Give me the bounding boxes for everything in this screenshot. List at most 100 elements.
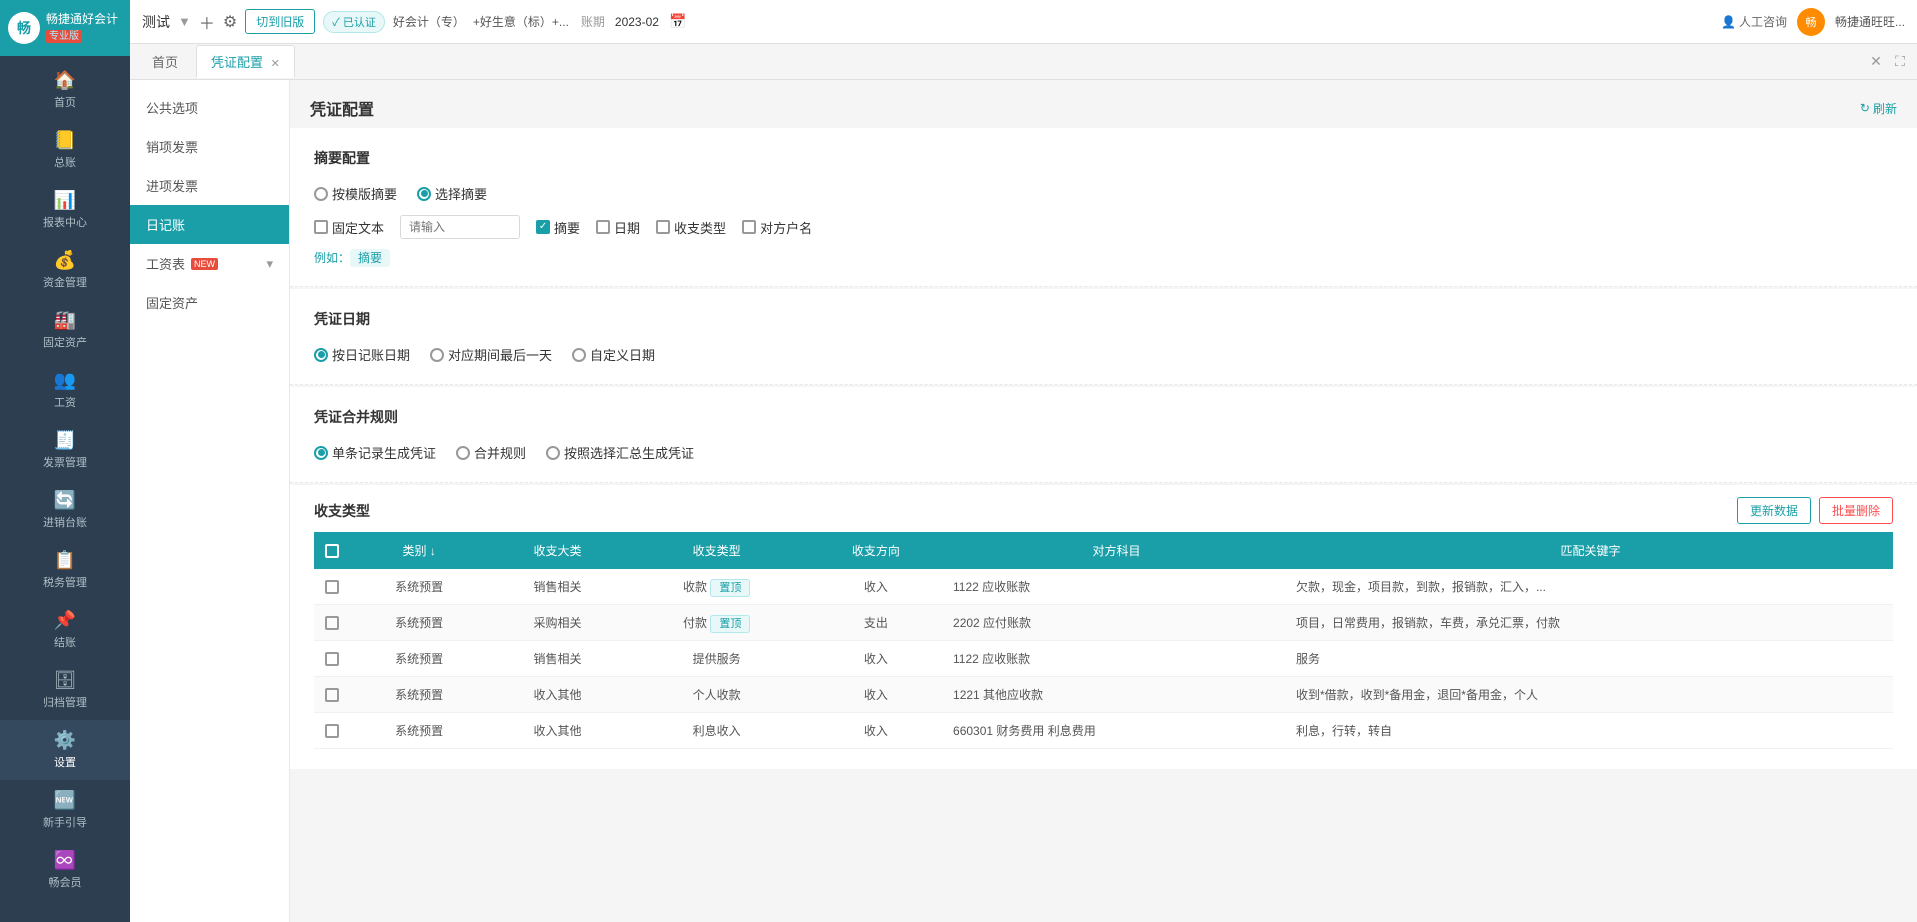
checkbox-counterpart-name[interactable]: 对方户名 [742, 218, 812, 237]
support-btn[interactable]: 👤 人工咨询 [1721, 13, 1787, 30]
sidebar-item-税务管理[interactable]: 📋税务管理 [0, 540, 130, 600]
calendar-icon[interactable]: 📅 [669, 13, 686, 30]
left-nav-item-purchase-invoice[interactable]: 进项发票 [130, 166, 289, 205]
row4-contra-account: 1221 其他应收款 [945, 677, 1288, 713]
left-nav-item-diary[interactable]: 日记账 [130, 205, 289, 244]
row2-checkbox-cell[interactable] [314, 605, 350, 641]
checkbox-date[interactable]: 日期 [596, 218, 640, 237]
left-nav-item-fixed-assets[interactable]: 固定资产 [130, 283, 289, 322]
income-expense-section: 收支类型 更新数据 批量删除 类别 ↓ [290, 485, 1917, 769]
table-body: 系统预置 销售相关 收款 置顶 收入 1122 应收账款 欠款，现金，项目款，到… [314, 569, 1893, 749]
topbar-title: 测试 [142, 12, 170, 32]
radio-template-summary[interactable]: 按模版摘要 [314, 184, 397, 203]
table-header-checkbox[interactable] [314, 532, 350, 569]
period-value: 2023-02 [615, 15, 659, 29]
row1-direction: 收入 [807, 569, 945, 605]
batch-delete-btn[interactable]: 批量删除 [1819, 497, 1893, 524]
maximize-window-btn[interactable]: ⛶ [1891, 53, 1909, 71]
radio-select-summary[interactable]: 选择摘要 [417, 184, 487, 203]
row4-checkbox[interactable] [325, 688, 339, 702]
tabbar: 首页 凭证配置 ✕ ✕ ⛶ [130, 44, 1917, 80]
window-controls: ✕ ⛶ [1867, 53, 1909, 71]
checkbox-counterpart-name-box [742, 220, 756, 234]
certified-badge: ✓ 已认证 [323, 11, 385, 33]
topbar-add-btn[interactable]: ＋ [199, 10, 215, 34]
row1-checkbox[interactable] [325, 580, 339, 594]
sidebar-item-归档管理[interactable]: 🗄归档管理 [0, 660, 130, 720]
checkbox-date-label: 日期 [614, 218, 640, 237]
refresh-icon: ↻ [1860, 101, 1870, 115]
radio-diary-date[interactable]: 按日记账日期 [314, 345, 410, 364]
sidebar-icon-总账: 📒 [54, 130, 76, 151]
row4-category: 系统预置 [350, 677, 488, 713]
radio-merge-rule[interactable]: 合并规则 [456, 443, 526, 462]
radio-period-last-day[interactable]: 对应期间最后一天 [430, 345, 552, 364]
update-data-btn[interactable]: 更新数据 [1737, 497, 1811, 524]
sidebar-item-新手引导[interactable]: 🆕新手引导 [0, 780, 130, 840]
checkbox-counterpart-name-label: 对方户名 [760, 218, 812, 237]
row5-checkbox[interactable] [325, 724, 339, 738]
row3-checkbox-cell[interactable] [314, 641, 350, 677]
checkbox-summary[interactable]: 摘要 [536, 218, 580, 237]
user-avatar[interactable]: 畅 [1797, 8, 1825, 36]
content-wrap: 公共选项 销项发票 进项发票 日记账 工资表 NEW ▾ 固定资产 凭证配置 ↻ [130, 80, 1917, 922]
summary-section-title: 摘要配置 [314, 148, 1893, 168]
fixed-text-input[interactable] [400, 215, 520, 239]
close-window-btn[interactable]: ✕ [1867, 53, 1885, 71]
sidebar-item-报表中心[interactable]: 📊报表中心 [0, 180, 130, 240]
row4-major-type: 收入其他 [488, 677, 626, 713]
sidebar-item-资金管理[interactable]: 💰资金管理 [0, 240, 130, 300]
refresh-btn[interactable]: ↻ 刷新 [1860, 100, 1897, 117]
row5-checkbox-cell[interactable] [314, 713, 350, 749]
row2-checkbox[interactable] [325, 616, 339, 630]
sidebar-item-畅会员[interactable]: ♾️畅会员 [0, 840, 130, 900]
row3-checkbox[interactable] [325, 652, 339, 666]
checkbox-income-type[interactable]: 收支类型 [656, 218, 726, 237]
radio-summary-generate[interactable]: 按照选择汇总生成凭证 [546, 443, 694, 462]
radio-custom-date[interactable]: 自定义日期 [572, 345, 655, 364]
row5-type: 利息收入 [627, 713, 807, 749]
checkbox-row: 固定文本 摘要 日期 收支类型 [314, 215, 1893, 239]
radio-period-last-day-label: 对应期间最后一天 [448, 345, 552, 364]
row1-keywords: 欠款，现金，项目款，到款，报销款，汇入，... [1288, 569, 1893, 605]
merge-section-title: 凭证合并规则 [314, 407, 1893, 427]
topbar-arrow: ▼ [178, 14, 191, 29]
sidebar-item-首页[interactable]: 🏠首页 [0, 60, 130, 120]
row5-direction: 收入 [807, 713, 945, 749]
row1-checkbox-cell[interactable] [314, 569, 350, 605]
radio-template-summary-label: 按模版摘要 [332, 184, 397, 203]
sidebar-item-进销台账[interactable]: 🔄进销台账 [0, 480, 130, 540]
page-header: 凭证配置 ↻ 刷新 [290, 80, 1917, 128]
row1-pin-btn[interactable]: 置顶 [710, 579, 750, 597]
checkbox-fixed-text[interactable]: 固定文本 [314, 218, 384, 237]
row2-pin-btn[interactable]: 置顶 [710, 615, 750, 633]
row4-direction: 收入 [807, 677, 945, 713]
row5-contra-account: 660301 财务费用 利息费用 [945, 713, 1288, 749]
sidebar-item-设置[interactable]: ⚙️设置 [0, 720, 130, 780]
tab-voucher-config[interactable]: 凭证配置 ✕ [196, 45, 295, 78]
topbar-settings-btn[interactable]: ⚙ [223, 12, 237, 32]
sidebar-item-发票管理[interactable]: 🧾发票管理 [0, 420, 130, 480]
radio-diary-date-label: 按日记账日期 [332, 345, 410, 364]
left-nav-item-public[interactable]: 公共选项 [130, 88, 289, 127]
tab-close-icon[interactable]: ✕ [271, 58, 280, 70]
table-row: 系统预置 销售相关 提供服务 收入 1122 应收账款 服务 [314, 641, 1893, 677]
row4-checkbox-cell[interactable] [314, 677, 350, 713]
left-nav-item-payroll[interactable]: 工资表 NEW ▾ [130, 244, 289, 283]
radio-single-record[interactable]: 单条记录生成凭证 [314, 443, 436, 462]
topbar-right: 👤 人工咨询 畅 畅捷通旺旺... [1721, 8, 1905, 36]
main-content: 凭证配置 ↻ 刷新 摘要配置 按模版摘要 [290, 80, 1917, 922]
select-all-checkbox[interactable] [325, 544, 339, 558]
sidebar-label-报表中心: 报表中心 [43, 214, 87, 230]
sidebar-logo[interactable]: 畅 畅捷通好会计 专业版 [0, 0, 130, 56]
switch-old-version-btn[interactable]: 切到旧版 [245, 9, 315, 34]
table-header-row: 收支类型 更新数据 批量删除 [314, 485, 1893, 532]
sidebar-item-结账[interactable]: 📌结账 [0, 600, 130, 660]
sidebar-item-总账[interactable]: 📒总账 [0, 120, 130, 180]
radio-select-summary-label: 选择摘要 [435, 184, 487, 203]
sidebar-label-税务管理: 税务管理 [43, 574, 87, 590]
sidebar-item-固定资产[interactable]: 🏭固定资产 [0, 300, 130, 360]
tab-home[interactable]: 首页 [138, 46, 192, 77]
left-nav-item-sales-invoice[interactable]: 销项发票 [130, 127, 289, 166]
sidebar-item-工资[interactable]: 👥工资 [0, 360, 130, 420]
